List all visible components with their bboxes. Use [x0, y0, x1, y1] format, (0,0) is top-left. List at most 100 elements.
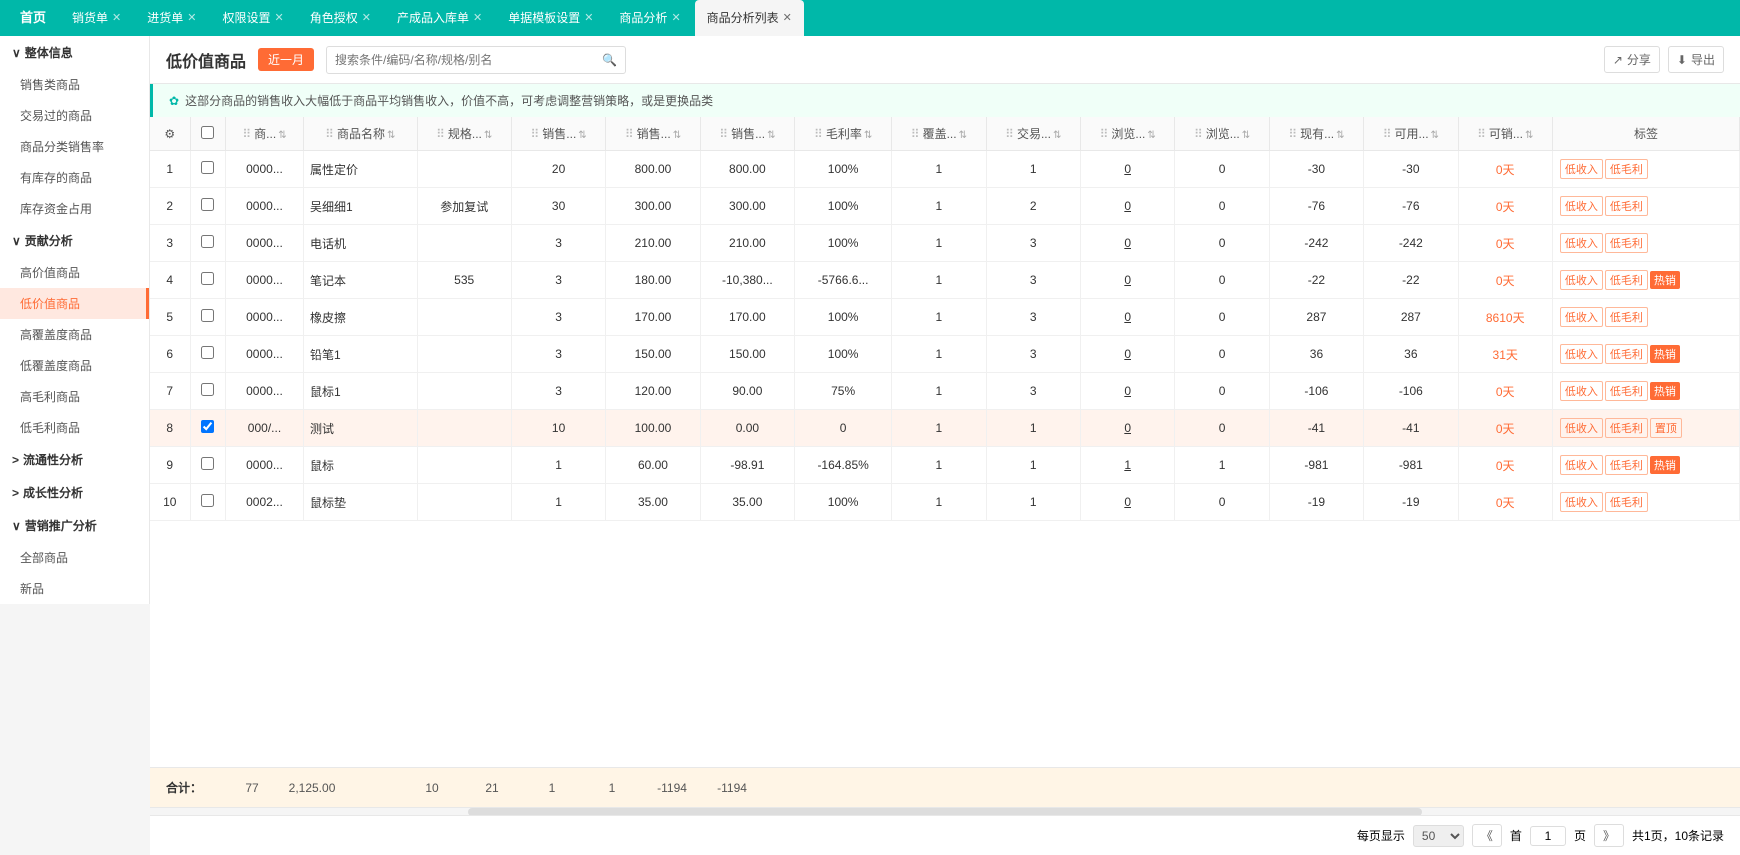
cell-browse1[interactable]: 0	[1080, 373, 1174, 410]
nav-template-settings[interactable]: 单据模板设置 ✕	[496, 0, 605, 36]
sidebar-item-inventory-goods[interactable]: 有库存的商品	[0, 162, 149, 193]
export-button[interactable]: ⬇ 导出	[1668, 46, 1724, 73]
nav-product-analysis[interactable]: 商品分析 ✕	[607, 0, 692, 36]
cell-available: -106	[1364, 373, 1458, 410]
row-checkbox[interactable]	[201, 457, 214, 470]
sidebar-item-category-sales-rate[interactable]: 商品分类销售率	[0, 131, 149, 162]
row-checkbox[interactable]	[201, 161, 214, 174]
cell-check[interactable]	[190, 299, 225, 336]
cell-browse1[interactable]: 1	[1080, 447, 1174, 484]
sidebar-group-contribution[interactable]: ∨ 贡献分析	[0, 224, 149, 257]
last-page-button[interactable]: 》	[1594, 824, 1624, 847]
col-gear[interactable]: ⚙	[150, 117, 190, 151]
cell-check[interactable]	[190, 410, 225, 447]
per-page-select[interactable]: 50 100 200	[1413, 825, 1464, 847]
sidebar-item-high-value[interactable]: 高价值商品	[0, 257, 149, 288]
cell-no: 8	[150, 410, 190, 447]
cell-check[interactable]	[190, 336, 225, 373]
browse1-link[interactable]: 0	[1124, 421, 1131, 435]
nav-sales-order[interactable]: 销货单 ✕	[60, 0, 133, 36]
nav-close-2[interactable]: ✕	[187, 0, 196, 36]
nav-close-1[interactable]: ✕	[112, 0, 121, 36]
row-checkbox[interactable]	[201, 494, 214, 507]
nav-role-auth[interactable]: 角色授权 ✕	[298, 0, 383, 36]
cell-name: 鼠标1	[304, 373, 418, 410]
row-checkbox[interactable]	[201, 420, 214, 433]
nav-close-7[interactable]: ✕	[671, 0, 680, 36]
cell-browse1[interactable]: 0	[1080, 336, 1174, 373]
page-number-input[interactable]	[1530, 826, 1566, 846]
nav-close-5[interactable]: ✕	[473, 0, 482, 36]
cell-check[interactable]	[190, 484, 225, 521]
nav-home[interactable]: 首页	[8, 0, 58, 36]
cell-check[interactable]	[190, 225, 225, 262]
browse1-link[interactable]: 0	[1124, 310, 1131, 324]
sidebar-item-inventory-capital[interactable]: 库存资金占用	[0, 193, 149, 224]
cell-sale-amt2: 150.00	[700, 336, 794, 373]
horizontal-scrollbar[interactable]	[150, 807, 1740, 815]
cell-check[interactable]	[190, 262, 225, 299]
row-checkbox[interactable]	[201, 272, 214, 285]
cell-check[interactable]	[190, 151, 225, 188]
cell-name: 测试	[304, 410, 418, 447]
cell-browse1[interactable]: 0	[1080, 299, 1174, 336]
cell-trade: 1	[986, 484, 1080, 521]
row-checkbox[interactable]	[201, 235, 214, 248]
nav-stock-in[interactable]: 产成品入库单 ✕	[385, 0, 494, 36]
cell-coverage: 1	[892, 262, 986, 299]
sidebar-item-sales-goods[interactable]: 销售类商品	[0, 69, 149, 100]
browse1-link[interactable]: 0	[1124, 236, 1131, 250]
sidebar-group-growth[interactable]: > 成长性分析	[0, 476, 149, 509]
sidebar-item-new-goods[interactable]: 新品	[0, 573, 149, 604]
share-button[interactable]: ↗ 分享	[1604, 46, 1660, 73]
col-check[interactable]	[190, 117, 225, 151]
browse1-link[interactable]: 0	[1124, 495, 1131, 509]
cell-browse1[interactable]: 0	[1080, 262, 1174, 299]
table-container[interactable]: ⚙ ⠿商...⇅ ⠿商品名称⇅ ⠿规格...⇅ ⠿销售...⇅ ⠿销售...⇅ …	[150, 117, 1740, 767]
row-checkbox[interactable]	[201, 198, 214, 211]
nav-product-analysis-list[interactable]: 商品分析列表 ✕	[695, 0, 804, 36]
sidebar-item-low-value[interactable]: 低价值商品	[0, 288, 149, 319]
nav-purchase-order[interactable]: 进货单 ✕	[135, 0, 208, 36]
cell-check[interactable]	[190, 373, 225, 410]
cell-tags: 低收入低毛利	[1552, 484, 1739, 521]
cell-browse1[interactable]: 0	[1080, 151, 1174, 188]
row-checkbox[interactable]	[201, 346, 214, 359]
browse1-link[interactable]: 0	[1124, 273, 1131, 287]
row-checkbox[interactable]	[201, 309, 214, 322]
nav-close-8[interactable]: ✕	[783, 0, 792, 36]
cell-browse1[interactable]: 0	[1080, 225, 1174, 262]
sidebar-item-high-coverage[interactable]: 高覆盖度商品	[0, 319, 149, 350]
nav-close-4[interactable]: ✕	[362, 0, 371, 36]
first-page-button[interactable]: 《	[1472, 824, 1502, 847]
cell-check[interactable]	[190, 188, 225, 225]
select-all-checkbox[interactable]	[201, 126, 214, 139]
nav-close-3[interactable]: ✕	[275, 0, 284, 36]
cell-browse1[interactable]: 0	[1080, 484, 1174, 521]
search-input[interactable]	[335, 53, 598, 67]
sidebar-group-marketing[interactable]: ∨ 营销推广分析	[0, 509, 149, 542]
browse1-link[interactable]: 0	[1124, 384, 1131, 398]
sidebar-group-circulation[interactable]: > 流通性分析	[0, 443, 149, 476]
browse1-link[interactable]: 0	[1124, 347, 1131, 361]
cell-check[interactable]	[190, 447, 225, 484]
cell-browse1[interactable]: 0	[1080, 410, 1174, 447]
sidebar-item-low-coverage[interactable]: 低覆盖度商品	[0, 350, 149, 381]
browse1-link[interactable]: 1	[1124, 458, 1131, 472]
top-nav: 首页 销货单 ✕ 进货单 ✕ 权限设置 ✕ 角色授权 ✕ 产成品入库单 ✕ 单据…	[0, 0, 1740, 36]
search-icon[interactable]: 🔍	[602, 53, 617, 67]
sidebar-item-all-goods[interactable]: 全部商品	[0, 542, 149, 573]
cell-browse1[interactable]: 0	[1080, 188, 1174, 225]
notice-text: 这部分商品的销售收入大幅低于商品平均销售收入，价值不高，可考虑调整营销策略，或是…	[185, 92, 713, 109]
sidebar-group-overall[interactable]: ∨ 整体信息	[0, 36, 149, 69]
sidebar-item-low-margin[interactable]: 低毛利商品	[0, 412, 149, 443]
browse1-link[interactable]: 0	[1124, 199, 1131, 213]
filter-month-button[interactable]: 近一月	[258, 48, 314, 71]
sidebar-item-traded-goods[interactable]: 交易过的商品	[0, 100, 149, 131]
row-checkbox[interactable]	[201, 383, 214, 396]
sidebar-item-high-margin[interactable]: 高毛利商品	[0, 381, 149, 412]
nav-close-6[interactable]: ✕	[584, 0, 593, 36]
browse1-link[interactable]: 0	[1124, 162, 1131, 176]
tag-badge: 低毛利	[1605, 418, 1648, 438]
nav-permission[interactable]: 权限设置 ✕	[210, 0, 295, 36]
